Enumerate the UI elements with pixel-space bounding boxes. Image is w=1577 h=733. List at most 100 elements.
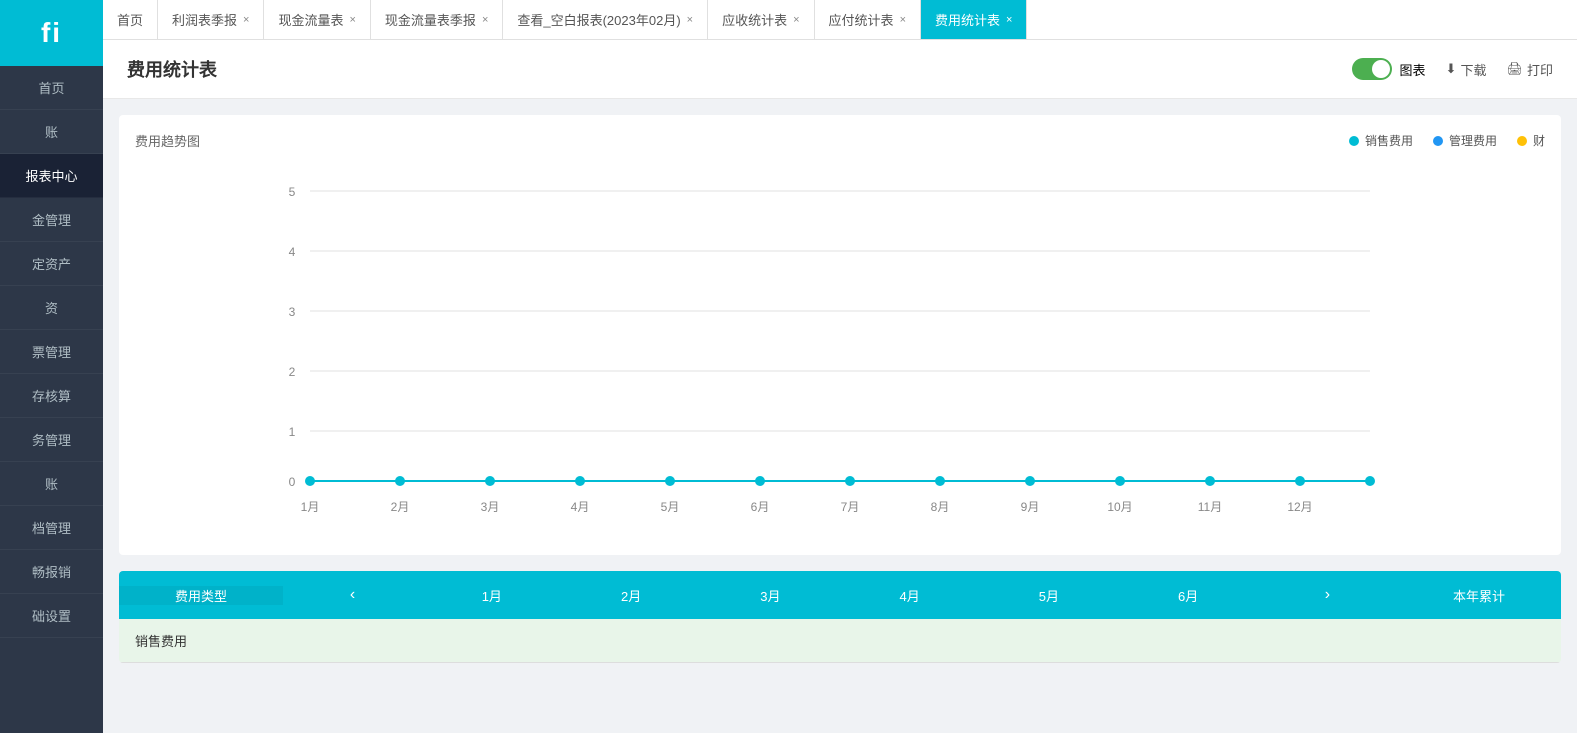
tab-receivable[interactable]: 应收统计表 × [708,0,814,39]
sidebar-item-finance[interactable]: 金管理 [0,198,103,242]
svg-text:0: 0 [289,475,296,489]
sidebar-logo: fi [0,0,103,66]
trend-chart: 5 4 3 2 1 0 [135,166,1545,536]
svg-text:3: 3 [289,305,296,319]
tab-profit[interactable]: 利润表季报 × [158,0,264,39]
legend-sales: 销售费用 [1349,132,1413,149]
svg-text:10月: 10月 [1107,500,1132,514]
chart-svg-wrapper: 5 4 3 2 1 0 [135,166,1545,539]
tab-cashflow-close[interactable]: × [349,14,355,26]
svg-text:7月: 7月 [841,500,860,514]
legend-admin-dot [1433,136,1443,146]
th-nav-prev[interactable]: ‹ [283,586,422,604]
table-row: 销售费用 [119,619,1561,663]
download-icon: ⬇ [1446,61,1457,77]
td-type: 销售费用 [119,631,290,650]
chart-toggle-label: 图表 [1400,60,1426,79]
tab-expense-label: 费用统计表 [935,10,1000,29]
sidebar-item-capital[interactable]: 资 [0,286,103,330]
sidebar-item-account[interactable]: 账 [0,110,103,154]
legend-finance: 财 [1517,132,1545,149]
legend-sales-label: 销售费用 [1365,132,1413,149]
th-month-2-label: 2月 [621,586,641,605]
chart-legend: 销售费用 管理费用 财 [1349,132,1545,149]
svg-text:1: 1 [289,425,296,439]
th-month-6: 6月 [1119,586,1258,605]
th-month-1-label: 1月 [482,586,502,605]
download-button[interactable]: ⬇ 下载 [1446,60,1487,79]
legend-finance-label: 财 [1533,132,1545,149]
chart-toggle-group: 图表 [1352,58,1426,80]
th-month-6-label: 6月 [1178,586,1198,605]
legend-admin: 管理费用 [1433,132,1497,149]
tab-cashflow-quarterly-label: 现金流量表季报 [385,10,476,29]
th-nav-next[interactable]: › [1258,586,1397,604]
th-yearly-label: 本年累计 [1453,586,1505,605]
th-month-4-label: 4月 [900,586,920,605]
tab-cashflow-quarterly[interactable]: 现金流量表季报 × [371,0,503,39]
svg-text:1月: 1月 [301,500,320,514]
tab-home[interactable]: 首页 [103,0,158,39]
th-yearly-total: 本年累计 [1397,586,1561,605]
tab-payable-close[interactable]: × [900,14,906,26]
th-month-1: 1月 [422,586,561,605]
svg-text:8月: 8月 [931,500,950,514]
th-month-2: 2月 [561,586,700,605]
print-button[interactable]: 🖨 打印 [1506,60,1553,79]
tab-expense-close[interactable]: × [1006,14,1012,26]
tab-home-label: 首页 [117,10,143,29]
chart-header: 费用趋势图 销售费用 管理费用 财 [135,131,1545,150]
sidebar-item-settings[interactable]: 础设置 [0,594,103,638]
svg-text:5: 5 [289,185,296,199]
legend-sales-dot [1349,136,1359,146]
tab-cashflow[interactable]: 现金流量表 × [264,0,370,39]
print-label: 打印 [1527,60,1553,79]
sidebar-item-ledger[interactable]: 账 [0,462,103,506]
tab-blank-report[interactable]: 查看_空白报表(2023年02月) × [503,0,708,39]
page-content: 费用统计表 图表 ⬇ 下载 🖨 打印 费用趋势图 [103,40,1577,733]
sidebar-item-archives[interactable]: 档管理 [0,506,103,550]
next-month-button[interactable]: › [1319,586,1336,604]
svg-text:3月: 3月 [481,500,500,514]
sidebar-item-services[interactable]: 务管理 [0,418,103,462]
svg-text:2: 2 [289,365,296,379]
sidebar-item-home[interactable]: 首页 [0,66,103,110]
sidebar: fi 首页 账 报表中心 金管理 定资产 资 票管理 存核算 务管理 账 档管理… [0,0,103,733]
th-month-5-label: 5月 [1039,586,1059,605]
tab-expense[interactable]: 费用统计表 × [921,0,1027,39]
chart-toggle[interactable] [1352,58,1392,80]
tab-payable-label: 应付统计表 [829,10,894,29]
svg-text:12月: 12月 [1287,500,1312,514]
svg-text:4: 4 [289,245,296,259]
tab-profit-label: 利润表季报 [172,10,237,29]
tab-blank-report-label: 查看_空白报表(2023年02月) [517,10,680,29]
tab-cashflow-label: 现金流量表 [278,10,343,29]
table-header: 费用类型 ‹ 1月 2月 3月 4月 5月 [119,571,1561,619]
chart-container: 费用趋势图 销售费用 管理费用 财 [119,115,1561,555]
tab-profit-close[interactable]: × [243,14,249,26]
tab-receivable-close[interactable]: × [793,14,799,26]
th-month-3-label: 3月 [760,586,780,605]
svg-text:5月: 5月 [661,500,680,514]
sidebar-item-tickets[interactable]: 票管理 [0,330,103,374]
sidebar-item-reports[interactable]: 报表中心 [0,154,103,198]
chart-title: 费用趋势图 [135,131,200,150]
th-month-5: 5月 [979,586,1118,605]
header-actions: 图表 ⬇ 下载 🖨 打印 [1352,58,1553,80]
tab-cashflow-quarterly-close[interactable]: × [482,14,488,26]
tab-payable[interactable]: 应付统计表 × [815,0,921,39]
svg-text:2月: 2月 [391,500,410,514]
svg-text:9月: 9月 [1021,500,1040,514]
sidebar-item-assets[interactable]: 定资产 [0,242,103,286]
th-month-3: 3月 [701,586,840,605]
svg-text:6月: 6月 [751,500,770,514]
prev-month-button[interactable]: ‹ [344,586,361,604]
expense-table: 费用类型 ‹ 1月 2月 3月 4月 5月 [119,571,1561,663]
main-content: 首页 利润表季报 × 现金流量表 × 现金流量表季报 × 查看_空白报表(202… [103,0,1577,733]
tab-bar: 首页 利润表季报 × 现金流量表 × 现金流量表季报 × 查看_空白报表(202… [103,0,1577,40]
legend-admin-label: 管理费用 [1449,132,1497,149]
sidebar-item-reimbursement[interactable]: 畅报销 [0,550,103,594]
th-type: 费用类型 [119,586,283,605]
tab-blank-report-close[interactable]: × [687,14,693,26]
sidebar-item-inventory[interactable]: 存核算 [0,374,103,418]
